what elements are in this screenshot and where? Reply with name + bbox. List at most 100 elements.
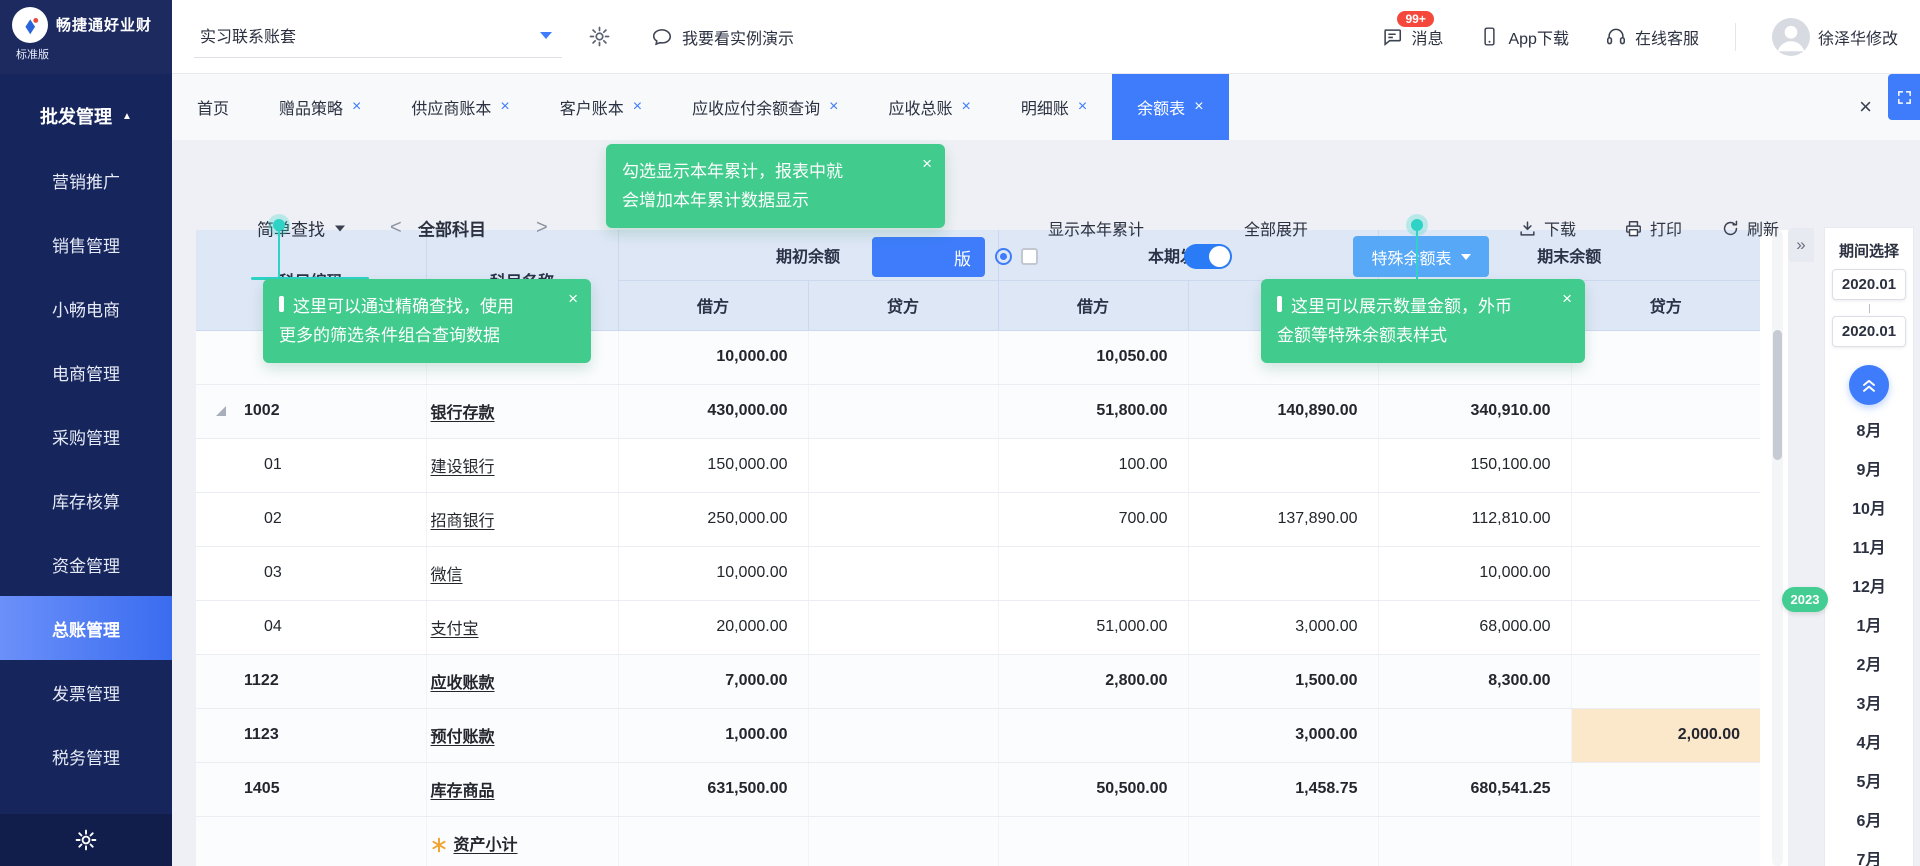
amount-cell: 7,000.00 <box>618 654 809 709</box>
table-row[interactable]: 1123 预付账款 1,000.00 3,000.00 2,000.00 <box>196 708 1761 763</box>
special-balance-table-button[interactable]: 特殊余额表 <box>1353 236 1489 277</box>
search-mode-select[interactable]: 简单查找 <box>257 216 345 241</box>
sidebar-item-label: 批发管理 <box>40 107 113 127</box>
sidebar-item-10[interactable]: 税务管理 <box>0 724 172 788</box>
sidebar-item-6[interactable]: 库存核算 <box>0 468 172 532</box>
account-name-link[interactable]: 库存商品 <box>431 783 495 800</box>
tab-3[interactable]: 客户账本 × <box>535 74 667 140</box>
close-icon[interactable]: × <box>922 155 932 172</box>
month-item-8[interactable]: 4月 <box>1825 721 1913 760</box>
table-row[interactable]: 1405 库存商品 631,500.00 50,500.00 1,458.75 680,5… <box>196 762 1761 817</box>
topbar-divider <box>1734 22 1736 51</box>
tab-1[interactable]: 赠品策略 × <box>254 74 386 140</box>
tab-0[interactable]: 首页 <box>172 74 254 140</box>
account-name-link[interactable]: 资产小计 <box>454 837 518 854</box>
month-item-1[interactable]: 9月 <box>1825 448 1913 487</box>
account-name-link[interactable]: 应收账款 <box>431 675 495 692</box>
fullscreen-icon <box>1896 89 1913 106</box>
chevron-down-icon <box>335 225 345 231</box>
month-item-0[interactable]: 8月 <box>1825 409 1913 448</box>
messages-button[interactable]: 99+ 消息 <box>1381 8 1443 49</box>
account-code: 1405 <box>244 780 280 797</box>
tab-7[interactable]: 余额表 × <box>1112 74 1229 140</box>
amount-cell <box>1571 492 1761 547</box>
refresh-button[interactable]: 刷新 <box>1721 216 1779 240</box>
month-item-3[interactable]: 11月 <box>1825 526 1913 565</box>
tab-close-icon[interactable]: × <box>961 99 970 115</box>
sidebar-settings-button[interactable] <box>0 814 172 866</box>
fullscreen-button[interactable] <box>1888 74 1920 120</box>
account-name-link[interactable]: 招商银行 <box>431 513 495 530</box>
partially-hidden-version-button[interactable]: 版 <box>872 237 985 277</box>
user-menu[interactable]: 徐泽华修改 <box>1771 17 1898 56</box>
month-item-7[interactable]: 3月 <box>1825 682 1913 721</box>
month-item-5[interactable]: 1月 <box>1825 604 1913 643</box>
sidebar-item-5[interactable]: 采购管理 <box>0 404 172 468</box>
tab-2[interactable]: 供应商账本 × <box>386 74 534 140</box>
amount-cell <box>808 546 999 601</box>
table-row[interactable]: 资产小计 <box>196 816 1761 866</box>
month-item-4[interactable]: 12月 <box>1825 565 1913 604</box>
tab-close-icon[interactable]: × <box>500 99 509 115</box>
month-item-2[interactable]: 10月 <box>1825 487 1913 526</box>
account-name-link[interactable]: 预付账款 <box>431 729 495 746</box>
sidebar-item-4[interactable]: 电商管理 <box>0 340 172 404</box>
tab-close-icon[interactable]: × <box>352 99 361 115</box>
month-item-11[interactable]: 7月 <box>1825 838 1913 866</box>
sidebar-item-3[interactable]: 小畅电商 <box>0 276 172 340</box>
table-row[interactable]: 02 招商银行 250,000.00 700.00 137,890.00 112,810.… <box>196 492 1761 547</box>
table-row[interactable]: 1002 银行存款 430,000.00 51,800.00 140,890.00 340… <box>196 384 1761 439</box>
table-row[interactable]: 04 支付宝 20,000.00 51,000.00 3,000.00 68,000.00 <box>196 600 1761 655</box>
sidebar-item-0[interactable]: 批发管理 ▲ <box>0 84 172 148</box>
tab-close-icon[interactable]: × <box>829 99 838 115</box>
close-icon[interactable]: × <box>568 290 578 307</box>
amount-cell: 1,000.00 <box>618 708 809 763</box>
month-item-10[interactable]: 6月 <box>1825 799 1913 838</box>
prev-subject-chevron[interactable]: < <box>390 217 402 240</box>
period-from-box[interactable]: 2020.01 <box>1832 269 1906 300</box>
account-set-select[interactable]: 实习联系账套 <box>194 15 562 58</box>
sidebar-item-7[interactable]: 资金管理 <box>0 532 172 596</box>
tab-6[interactable]: 明细账 × <box>996 74 1112 140</box>
account-name-link[interactable]: 支付宝 <box>431 621 479 638</box>
scroll-months-up-button[interactable] <box>1849 365 1889 405</box>
table-row[interactable]: 1122 应收账款 7,000.00 2,800.00 1,500.00 8,300.00 <box>196 654 1761 709</box>
tab-4[interactable]: 应收应付余额查询 × <box>667 74 863 140</box>
period-to-box[interactable]: 2020.01 <box>1832 316 1906 347</box>
subject-scope-select[interactable]: 全部科目 <box>418 216 486 241</box>
account-name-link[interactable]: 建设银行 <box>431 459 495 476</box>
close-icon[interactable]: × <box>1562 290 1572 307</box>
sidebar-item-8[interactable]: 总账管理 <box>0 596 172 660</box>
sidebar-item-2[interactable]: 销售管理 <box>0 212 172 276</box>
table-row[interactable]: 03 微信 10,000.00 10,000.00 <box>196 546 1761 601</box>
account-name-link[interactable]: 银行存款 <box>431 405 495 422</box>
amount-cell: 100.00 <box>998 438 1189 493</box>
period-panel-collapse-button[interactable]: » <box>1788 228 1814 262</box>
print-button[interactable]: 打印 <box>1624 216 1682 240</box>
amount-cell <box>1571 654 1761 709</box>
sidebar-item-1[interactable]: 营销推广 <box>0 148 172 212</box>
next-subject-chevron[interactable]: > <box>536 217 548 240</box>
tab-close-icon[interactable]: × <box>1078 99 1087 115</box>
period-panel-title: 期间选择 <box>1838 243 1899 260</box>
tab-close-icon[interactable]: × <box>633 99 642 115</box>
show-ytd-checkbox[interactable] <box>1021 248 1038 265</box>
online-support-button[interactable]: 在线客服 <box>1605 25 1699 49</box>
tab-5[interactable]: 应收总账 × <box>863 74 995 140</box>
demo-link[interactable]: 我要看实例演示 <box>651 25 794 49</box>
table-row[interactable]: 01 建设银行 150,000.00 100.00 150,100.00 <box>196 438 1761 493</box>
settings-gear-button[interactable] <box>588 25 611 48</box>
account-name-cell: 应收账款 <box>426 654 619 709</box>
app-download-button[interactable]: App下载 <box>1479 25 1569 49</box>
ytd-radio[interactable] <box>995 248 1012 265</box>
expand-all-toggle[interactable] <box>1184 244 1232 269</box>
expand-caret-icon[interactable] <box>216 406 226 416</box>
download-button[interactable]: 下载 <box>1518 216 1576 240</box>
account-name-link[interactable]: 微信 <box>431 567 463 584</box>
sidebar-item-9[interactable]: 发票管理 <box>0 660 172 724</box>
month-item-9[interactable]: 5月 <box>1825 760 1913 799</box>
tab-close-icon[interactable]: × <box>1194 99 1203 115</box>
close-all-tabs-icon[interactable]: × <box>1859 94 1872 120</box>
table-scrollbar-thumb[interactable] <box>1773 330 1782 460</box>
month-item-6[interactable]: 2月 <box>1825 643 1913 682</box>
